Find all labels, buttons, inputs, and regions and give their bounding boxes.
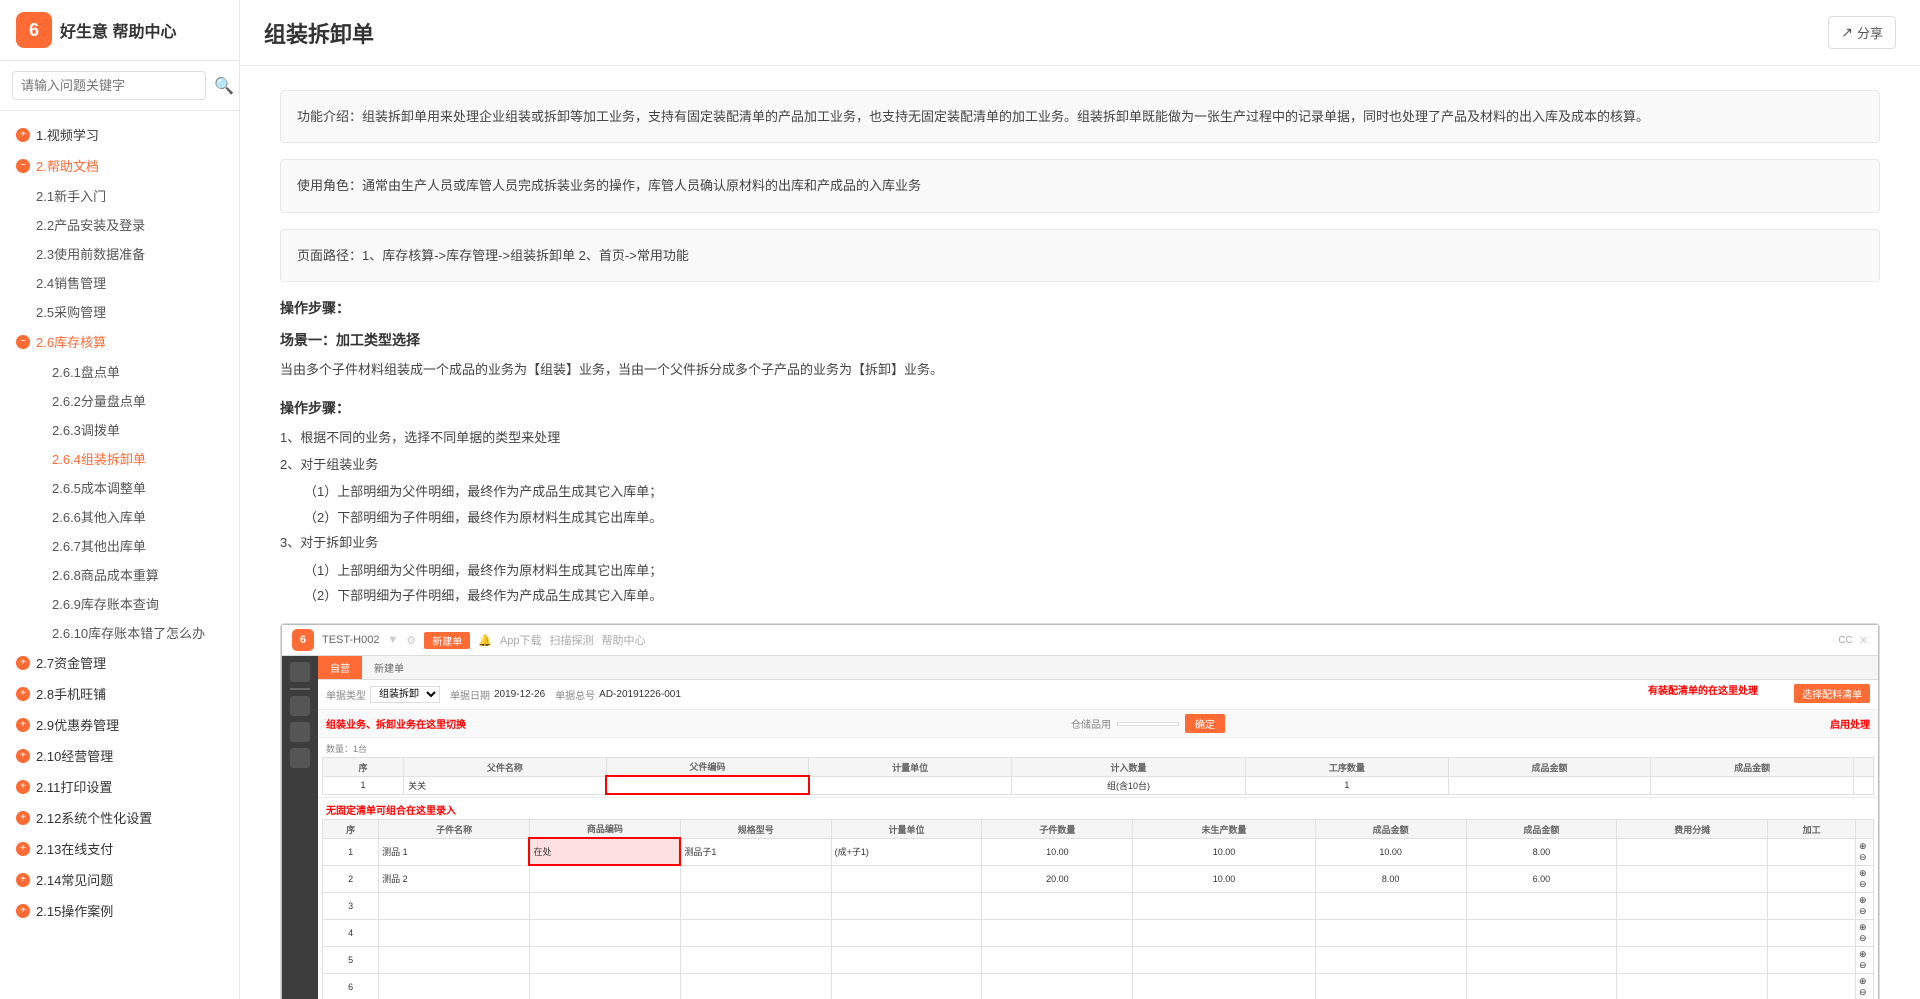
sidebar-item-custom[interactable]: + 2.12系统个性化设置 <box>0 802 239 833</box>
sidebar-item-label: 2.帮助文档 <box>36 156 99 175</box>
intro-block-2: 使用角色：通常由生产人员或库管人员完成拆装业务的操作，库管人员确认原材料的出库和… <box>280 159 1880 212</box>
table-row: 4 <box>323 919 1874 946</box>
screenshot-container: 6 TEST-H002 ▼ ⚙ 新建单 🔔 App下载 扫描探测 帮助中心 CC <box>280 623 1880 999</box>
sidebar-item-cases[interactable]: + 2.15操作案例 <box>0 895 239 926</box>
screenshot-type-select: 组装拆卸 <box>370 686 440 703</box>
share-button[interactable]: ↗ 分享 <box>1828 16 1896 49</box>
sidebar-item-cost-calc[interactable]: 2.6.8商品成本重算 <box>0 560 239 589</box>
screenshot-processing-bar: 组装业务、拆卸业务在这里切换 仓储品用 确定 启用处理 <box>318 710 1878 738</box>
sidebar-item-data-prep[interactable]: 2.3使用前数据准备 <box>0 239 239 268</box>
sidebar-item-split-stock[interactable]: 2.6.2分量盘点单 <box>0 386 239 415</box>
path-block: 页面路径：1、库存核算->库存管理->组装拆卸单 2、首页->常用功能 <box>280 229 1880 282</box>
sidebar-item-stocktake[interactable]: 2.6.1盘点单 <box>0 357 239 386</box>
screenshot-parent-table: 数量：1台 序 父件名称 父件编码 计量单位 计入数量 <box>318 738 1878 798</box>
screenshot-left-icons <box>282 656 318 999</box>
screenshot-tab-active: 自营 <box>318 656 362 679</box>
step-2-sub2: （2）下部明细为子件明细，最终作为原材料生成其它出库单。 <box>280 506 1880 529</box>
expand-icon-6: + <box>16 749 30 763</box>
scene1-title: 场景一：加工类型选择 <box>280 330 1880 350</box>
ops-sub-title: 操作步骤： <box>280 398 1880 418</box>
main-content: 组装拆卸单 ↗ 分享 功能介绍：组装拆卸单用来处理企业组装或拆卸等加工业务，支持… <box>240 0 1920 999</box>
step-3-sub2: （2）下部明细为子件明细，最终作为产成品生成其它入库单。 <box>280 584 1880 607</box>
sidebar-logo: 6 好生意 帮助中心 <box>0 0 239 61</box>
screenshot-tabs: 自营 新建单 <box>318 656 1878 680</box>
share-icon: ↗ <box>1841 24 1853 41</box>
logo-icon: 6 <box>16 12 52 48</box>
screenshot-bom-btn: 选择配料清单 <box>1794 684 1870 703</box>
step-3: 3、对于拆卸业务 <box>280 531 1880 554</box>
table-row: 1 关关 组(含10台) 1 <box>323 776 1874 794</box>
collapse-icon: − <box>16 159 30 173</box>
sidebar-item-assembly[interactable]: 2.6.4组装拆卸单 <box>0 444 239 473</box>
screenshot-company: TEST-H002 <box>322 634 379 646</box>
sidebar-item-purchase[interactable]: 2.5采购管理 <box>0 297 239 326</box>
expand-icon-9: + <box>16 842 30 856</box>
sidebar-item-inventory[interactable]: − 2.6库存核算 <box>0 326 239 357</box>
sidebar-item-video[interactable]: + 1.视频学习 <box>0 119 239 150</box>
table-row: 2 测品 2 20.00 10.00 8.00 <box>323 865 1874 892</box>
sidebar-item-install[interactable]: 2.2产品安装及登录 <box>0 210 239 239</box>
sidebar-item-mobile[interactable]: + 2.8手机旺铺 <box>0 678 239 709</box>
sidebar-item-other-in[interactable]: 2.6.6其他入库单 <box>0 502 239 531</box>
expand-icon-10: + <box>16 873 30 887</box>
annotation-3: 启用处理 <box>1830 716 1870 731</box>
table-row: 5 <box>323 946 1874 973</box>
logo-text: 好生意 帮助中心 <box>60 18 176 42</box>
expand-icon-7: + <box>16 780 30 794</box>
sidebar-item-docs[interactable]: − 2.帮助文档 <box>0 150 239 181</box>
sidebar-item-account-err[interactable]: 2.6.10库存账本错了怎么办 <box>0 618 239 647</box>
screenshot-tab-2: 新建单 <box>362 656 416 679</box>
sidebar-item-other-out[interactable]: 2.6.7其他出库单 <box>0 531 239 560</box>
expand-icon-3: + <box>16 656 30 670</box>
sidebar-item-cost-adjust[interactable]: 2.6.5成本调整单 <box>0 473 239 502</box>
sidebar-item-new-user[interactable]: 2.1新手入门 <box>0 181 239 210</box>
annotation-2: 组装业务、拆卸业务在这里切换 <box>326 716 466 731</box>
sidebar-item-sales[interactable]: 2.4销售管理 <box>0 268 239 297</box>
main-header: 组装拆卸单 ↗ 分享 <box>240 0 1920 66</box>
sidebar-item-transfer[interactable]: 2.6.3调拨单 <box>0 415 239 444</box>
search-button[interactable]: 🔍 <box>210 76 238 96</box>
table-row: 3 <box>323 892 1874 919</box>
sidebar: 6 好生意 帮助中心 🔍 + 1.视频学习 − 2.帮助文档 2.1新手入门 2… <box>0 0 240 999</box>
article-body: 功能介绍：组装拆卸单用来处理企业组装或拆卸等加工业务，支持有固定装配清单的产品加… <box>240 66 1920 999</box>
step-1: 1、根据不同的业务，选择不同单据的类型来处理 <box>280 426 1880 449</box>
article-inner: 功能介绍：组装拆卸单用来处理企业组装或拆卸等加工业务，支持有固定装配清单的产品加… <box>240 66 1920 999</box>
sidebar-item-print[interactable]: + 2.11打印设置 <box>0 771 239 802</box>
sidebar-item-faq[interactable]: + 2.14常见问题 <box>0 864 239 895</box>
expand-icon: + <box>16 128 30 142</box>
sidebar-item-capital[interactable]: + 2.7资金管理 <box>0 647 239 678</box>
ops-title: 操作步骤： <box>280 298 1880 318</box>
sidebar-item-label: 1.视频学习 <box>36 125 99 144</box>
expand-icon-5: + <box>16 718 30 732</box>
collapse-icon-2: − <box>16 335 30 349</box>
annotation-1: 有装配清单的在这里处理 <box>1648 682 1758 697</box>
scene1-desc: 当由多个子件材料组装成一个成品的业务为【组装】业务，当由一个父件拆分成多个子产品… <box>280 358 1880 381</box>
sidebar-search-area: 🔍 <box>0 61 239 111</box>
step-3-sub1: （1）上部明细为父件明细，最终作为原材料生成其它出库单； <box>280 559 1880 582</box>
table-row: 6 <box>323 973 1874 999</box>
sidebar-item-ops[interactable]: + 2.10经营管理 <box>0 740 239 771</box>
screenshot-form-header: 单据类型 组装拆卸 单据日期 2019-12-26 <box>318 680 1878 710</box>
expand-icon-8: + <box>16 811 30 825</box>
screenshot-logo: 6 <box>292 629 314 651</box>
intro-block-1: 功能介绍：组装拆卸单用来处理企业组装或拆卸等加工业务，支持有固定装配清单的产品加… <box>280 90 1880 143</box>
sidebar-item-online-pay[interactable]: + 2.13在线支付 <box>0 833 239 864</box>
step-2: 2、对于组装业务 <box>280 453 1880 476</box>
sidebar-item-label: 2.6库存核算 <box>36 332 106 351</box>
annotation-4: 无固定清单可组合在这里录入 <box>322 800 1874 819</box>
search-input[interactable] <box>12 71 206 100</box>
sidebar-item-stock-query[interactable]: 2.6.9库存账本查询 <box>0 589 239 618</box>
screenshot-confirm-btn: 确定 <box>1185 714 1225 733</box>
page-title: 组装拆卸单 <box>264 17 374 49</box>
screenshot-new-btn: 新建单 <box>424 632 470 649</box>
step-2-sub1: （1）上部明细为父件明细，最终作为产成品生成其它入库单； <box>280 480 1880 503</box>
expand-icon-11: + <box>16 904 30 918</box>
sidebar-item-coupon[interactable]: + 2.9优惠券管理 <box>0 709 239 740</box>
sidebar-nav: + 1.视频学习 − 2.帮助文档 2.1新手入门 2.2产品安装及登录 2.3… <box>0 111 239 999</box>
expand-icon-4: + <box>16 687 30 701</box>
table-row: 1 测品 1 在处 测品子1 (成+子1) 10.00 10.00 10.00 <box>323 838 1874 865</box>
screenshot-child-table: 无固定清单可组合在这里录入 序 子件名称 商品编码 规格型号 计量 <box>318 798 1878 999</box>
